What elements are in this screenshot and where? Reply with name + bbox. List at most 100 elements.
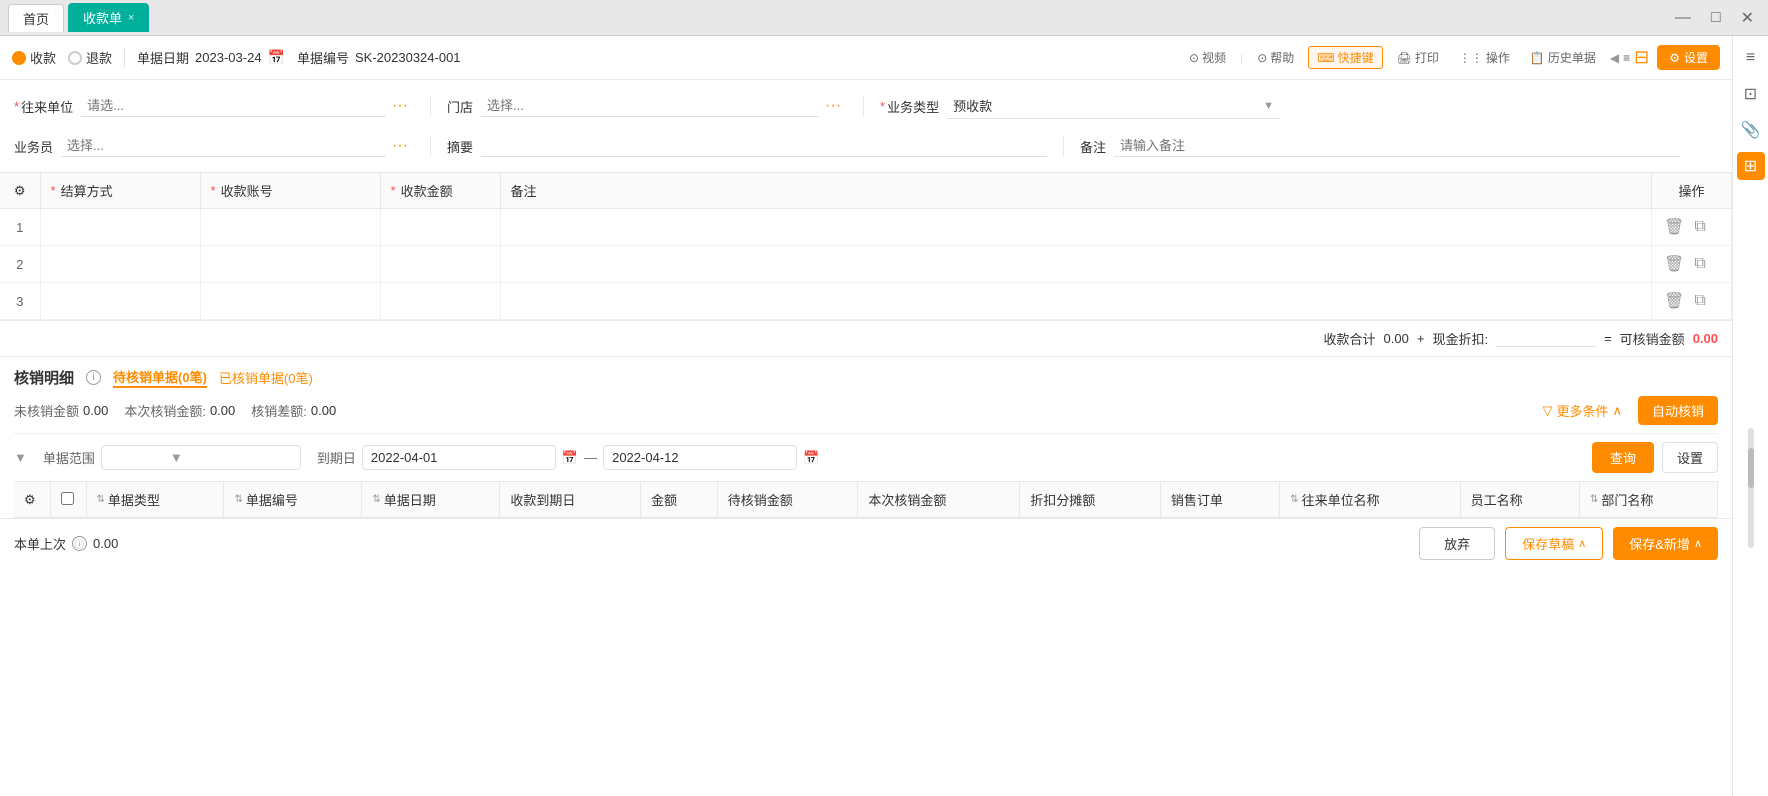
verif-settings-btn[interactable]: 设置 — [1662, 442, 1718, 473]
form-divider4 — [1063, 136, 1064, 156]
eq-sign: = — [1604, 331, 1612, 346]
print-btn[interactable]: 🖨 打印 — [1391, 46, 1445, 69]
settings-button[interactable]: ⚙ 设置 — [1657, 45, 1720, 70]
tab-home[interactable]: 首页 — [8, 4, 64, 32]
row3-copy-btn[interactable]: ⧉ — [1692, 290, 1707, 312]
row2-copy-btn[interactable]: ⧉ — [1692, 253, 1707, 275]
scroll-thumb[interactable] — [1748, 448, 1754, 488]
discount-input[interactable] — [1496, 331, 1596, 347]
payment-sort: * 结算方式 — [51, 181, 190, 200]
prev-icon[interactable]: ◀ — [1610, 51, 1619, 65]
row3-payment[interactable] — [40, 283, 200, 320]
row1-index: 1 — [0, 209, 40, 246]
prev-info-icon[interactable]: ⓘ — [72, 536, 87, 551]
sidebar-icon-1[interactable]: ≡ — [1737, 44, 1765, 72]
verif-title: 核销明细 — [14, 367, 74, 388]
doc-number-header: ⇅ 单据编号 — [224, 482, 362, 518]
department-sort: ⇅ 部门名称 — [1590, 490, 1707, 509]
row1-delete-btn[interactable]: 🗑 — [1662, 215, 1686, 239]
video-icon: ⊙ — [1189, 51, 1199, 65]
shop-more-icon[interactable]: ··· — [819, 97, 847, 115]
row3-remark[interactable] — [500, 283, 1652, 320]
sidebar-icon-3[interactable]: 📎 — [1737, 116, 1765, 144]
payment-method-col-header: * 结算方式 — [40, 173, 200, 209]
row2-index: 2 — [0, 246, 40, 283]
calendar-icon[interactable]: 📅 — [268, 49, 285, 66]
radio-receipt[interactable]: 收款 — [12, 48, 56, 67]
row2-remark[interactable] — [500, 246, 1652, 283]
business-type-select[interactable]: 预收款 ▼ — [947, 93, 1280, 119]
row1-payment[interactable] — [40, 209, 200, 246]
remark-input[interactable] — [1114, 135, 1680, 157]
summary-input[interactable] — [481, 135, 1047, 157]
account-col-header: * 收款账号 — [200, 173, 380, 209]
sidebar-icon-4[interactable]: ⊞ — [1737, 152, 1765, 180]
doc-date-sort: ⇅ 单据日期 — [372, 490, 489, 509]
partner-more-icon[interactable]: ··· — [386, 97, 414, 115]
bottom-table: ⚙ ⇅ 单据类型 ⇅ 单据编号 — [14, 482, 1718, 518]
verified-tab[interactable]: 已核销单据(0笔) — [219, 368, 313, 387]
row1-amount[interactable] — [380, 209, 500, 246]
available-label: 可核销金额 — [1620, 329, 1685, 348]
unverified-stat: 未核销金额 0.00 — [14, 401, 108, 420]
tab-close-icon[interactable]: × — [128, 12, 134, 24]
history-btn[interactable]: 📋 历史单据 — [1524, 46, 1602, 69]
shortcut-btn[interactable]: ⌨ 快捷键 — [1308, 46, 1382, 69]
row1-account[interactable] — [200, 209, 380, 246]
row2-payment[interactable] — [40, 246, 200, 283]
main-content: 收款 退款 单据日期 2023-03-24 📅 单据编号 SK-20230324… — [0, 36, 1732, 796]
sidebar-scroll-area — [1748, 188, 1754, 788]
row3-amount[interactable] — [380, 283, 500, 320]
select-all-checkbox[interactable] — [61, 492, 74, 505]
salesperson-more-icon[interactable]: ··· — [386, 137, 414, 155]
form-divider1 — [430, 96, 431, 116]
settings-col-header[interactable]: ⚙ — [0, 173, 40, 209]
form-row-2: 业务员 ··· 摘要 备注 — [14, 128, 1718, 164]
row2-delete-btn[interactable]: 🗑 — [1662, 252, 1686, 276]
keyboard-icon: ⌨ — [1317, 51, 1334, 65]
row2-amount[interactable] — [380, 246, 500, 283]
row2-account[interactable] — [200, 246, 380, 283]
help-btn[interactable]: ⊙ 帮助 — [1251, 46, 1300, 69]
partner-input[interactable] — [81, 95, 386, 117]
filter-row: ▼ 单据范围 ▼ 到期日 📅 — 📅 查询 — [14, 433, 1718, 481]
shop-input[interactable] — [481, 95, 819, 117]
calendar-to-icon[interactable]: 📅 — [803, 450, 819, 466]
operate-btn[interactable]: ⋮⋮ 操作 — [1453, 46, 1516, 69]
date-from-input[interactable] — [362, 445, 556, 470]
list-view-icon[interactable]: ⊟ — [1634, 47, 1649, 68]
radio-refund[interactable]: 退款 — [68, 48, 112, 67]
query-btn[interactable]: 查询 — [1592, 442, 1654, 473]
calendar-from-icon[interactable]: 📅 — [562, 450, 578, 466]
auto-verify-btn[interactable]: 自动核销 — [1638, 396, 1718, 425]
amount-col-header: * 收款金额 — [380, 173, 500, 209]
filter-collapse-arrow[interactable]: ▼ — [14, 450, 27, 465]
prev-value: 0.00 — [93, 536, 118, 551]
row3-delete-btn[interactable]: 🗑 — [1662, 289, 1686, 313]
salesperson-input[interactable] — [61, 135, 386, 157]
minimize-button[interactable]: — — [1669, 6, 1697, 30]
maximize-button[interactable]: □ — [1705, 6, 1727, 30]
video-btn[interactable]: ⊙ 视频 — [1183, 46, 1232, 69]
radio-receipt-label: 收款 — [30, 48, 56, 67]
divider2: | — [1240, 51, 1243, 65]
pending-tab[interactable]: 待核销单据(0笔) — [113, 367, 207, 388]
more-conditions-btn[interactable]: ▽ 更多条件 ∧ — [1542, 401, 1622, 420]
row1-op-cell: 🗑 ⧉ — [1662, 215, 1721, 239]
close-button[interactable]: ✕ — [1735, 6, 1760, 30]
row1-copy-btn[interactable]: ⧉ — [1692, 216, 1707, 238]
help-icon: ⊙ — [1257, 51, 1267, 65]
save-draft-btn[interactable]: 保存草稿 ∧ — [1505, 527, 1603, 560]
tab-receipt[interactable]: 收款单 × — [68, 3, 149, 32]
date-to-input[interactable] — [603, 445, 797, 470]
row3-account[interactable] — [200, 283, 380, 320]
checkbox-col-header[interactable] — [50, 482, 86, 518]
abandon-btn[interactable]: 放弃 — [1419, 527, 1495, 560]
settings-col-header2[interactable]: ⚙ — [14, 482, 50, 518]
verif-info-icon[interactable]: i — [86, 370, 101, 385]
range-select[interactable]: ▼ — [101, 445, 301, 470]
row1-remark[interactable] — [500, 209, 1652, 246]
grid-view-icon[interactable]: ≡ — [1623, 51, 1630, 65]
sidebar-icon-2[interactable]: ⊡ — [1737, 80, 1765, 108]
save-new-btn[interactable]: 保存&新增 ∧ — [1613, 527, 1718, 560]
